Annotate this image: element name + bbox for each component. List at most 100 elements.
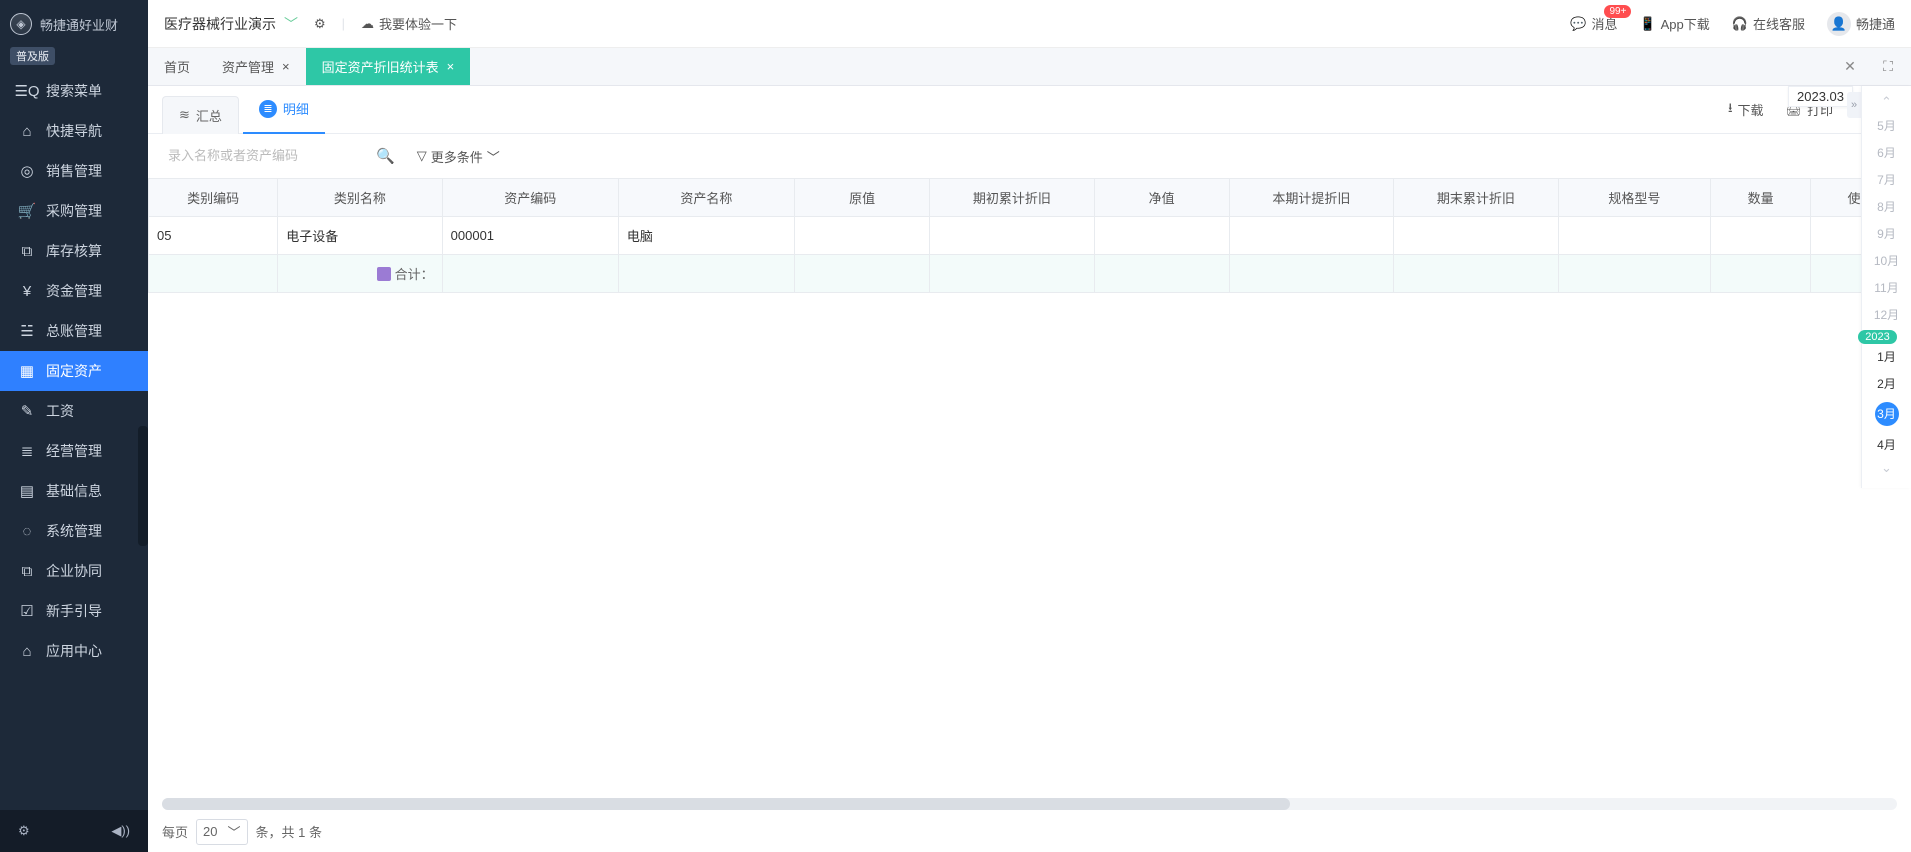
tab-2[interactable]: 固定资产折旧统计表× [306, 48, 471, 85]
table-cell [1094, 217, 1229, 255]
collapse-icon[interactable]: ◀)) [111, 823, 130, 839]
tab-0[interactable]: 首页 [148, 48, 206, 85]
period-collapse-handle[interactable]: » [1847, 92, 1861, 118]
sidebar-item-4[interactable]: ⧉库存核算 [0, 231, 148, 271]
close-all-tabs-button[interactable]: ✕ [1837, 54, 1863, 80]
column-header[interactable]: 类别名称 [278, 179, 442, 217]
chevron-down-icon: ﹀ [227, 822, 240, 841]
content: ≋ 汇总 ≣ 明细 ⭳下载 🖨打印 ⟳刷新 🔍 ▽ 更多条件 ﹀ [148, 86, 1911, 852]
table-wrap: 类别编码类别名称资产编码资产名称原值期初累计折旧净值本期计提折旧期末累计折旧规格… [148, 178, 1911, 810]
sum-cell [1229, 255, 1393, 293]
sidebar-item-label: 采购管理 [46, 201, 102, 221]
edition-badge: 普及版 [10, 47, 55, 65]
download-button[interactable]: ⭳下载 [1728, 99, 1764, 121]
gear-icon: ⚙ [314, 16, 326, 32]
sum-icon [377, 267, 391, 281]
period-current: 2023.03 [1788, 86, 1853, 107]
sidebar-item-3[interactable]: 🛒采购管理 [0, 191, 148, 231]
sidebar-item-13[interactable]: ☑新手引导 [0, 591, 148, 631]
period-panel: ⌃ 5月6月7月8月9月10月11月12月 2023 1月2月3月4月 ⌄ [1861, 86, 1911, 488]
messages-button[interactable]: 💬 消息 99+ [1570, 14, 1617, 33]
column-header[interactable]: 本期计提折旧 [1229, 179, 1393, 217]
sidebar-item-5[interactable]: ¥资金管理 [0, 271, 148, 311]
period-prev-button[interactable]: ⌃ [1877, 92, 1897, 112]
period-month[interactable]: 9月 [1874, 220, 1899, 247]
period-month[interactable]: 2月 [1875, 370, 1899, 397]
table-row[interactable]: 05电子设备000001电脑 [149, 217, 1911, 255]
app-label: App下载 [1661, 14, 1710, 33]
column-header[interactable]: 资产编码 [442, 179, 618, 217]
period-year-badge: 2023 [1858, 330, 1896, 344]
sidebar-item-0[interactable]: ☰Q搜索菜单 [0, 71, 148, 111]
sidebar-item-1[interactable]: ⌂快捷导航 [0, 111, 148, 151]
sidebar-item-label: 企业协同 [46, 561, 102, 581]
nav-icon: ▤ [18, 482, 36, 500]
table-cell [795, 217, 930, 255]
sidebar-item-11[interactable]: ◌系统管理 [0, 511, 148, 551]
brand: ◈ 畅捷通好业财 [0, 0, 148, 48]
subtab-summary[interactable]: ≋ 汇总 [162, 96, 239, 134]
sidebar-item-14[interactable]: ⌂应用中心 [0, 631, 148, 671]
sidebar-item-7[interactable]: ▦固定资产 [0, 351, 148, 391]
page-size-select[interactable]: 20 ﹀ [196, 819, 247, 845]
tab-close-button[interactable]: × [447, 59, 455, 74]
search-input[interactable] [162, 141, 362, 171]
period-next-button[interactable]: ⌄ [1877, 458, 1897, 478]
sum-cell [795, 255, 930, 293]
tab-close-button[interactable]: × [282, 59, 290, 74]
period-month[interactable]: 5月 [1874, 112, 1899, 139]
user-menu[interactable]: 👤 畅捷通 [1827, 12, 1895, 36]
sidebar-item-2[interactable]: ◎销售管理 [0, 151, 148, 191]
avatar-icon: 👤 [1827, 12, 1851, 36]
column-header[interactable]: 类别编码 [149, 179, 278, 217]
period-month[interactable]: 12月 [1874, 301, 1899, 328]
total-text: 条，共 1 条 [256, 822, 322, 841]
sidebar-item-9[interactable]: ≣经营管理 [0, 431, 148, 471]
tab-1[interactable]: 资产管理 × [206, 48, 306, 85]
horizontal-scrollbar[interactable] [162, 798, 1897, 810]
filter-icon: ▽ [417, 148, 427, 164]
column-header[interactable]: 期初累计折旧 [930, 179, 1094, 217]
try-button[interactable]: ☁ 我要体验一下 [361, 14, 457, 33]
table-cell [1394, 217, 1558, 255]
column-header[interactable]: 期末累计折旧 [1394, 179, 1558, 217]
settings-icon[interactable]: ⚙ [18, 823, 30, 839]
sum-cell: 合计： [278, 255, 442, 293]
subtab-detail[interactable]: ≣ 明细 [243, 86, 325, 134]
sidebar-item-8[interactable]: ✎工资 [0, 391, 148, 431]
support-button[interactable]: 🎧 在线客服 [1732, 14, 1805, 33]
search-button[interactable]: 🔍 [370, 147, 401, 165]
pagination-footer: 每页 20 ﹀ 条，共 1 条 [148, 810, 1911, 852]
sidebar-item-6[interactable]: ☱总账管理 [0, 311, 148, 351]
org-settings-button[interactable]: ⚙ [314, 16, 326, 32]
app-download-button[interactable]: 📱 App下载 [1639, 14, 1709, 33]
table-cell [1558, 217, 1711, 255]
period-month[interactable]: 3月 [1875, 397, 1899, 431]
column-header[interactable]: 资产名称 [618, 179, 794, 217]
sidebar-item-12[interactable]: ⧉企业协同 [0, 551, 148, 591]
period-month[interactable]: 8月 [1874, 193, 1899, 220]
cloud-icon: ☁ [361, 16, 374, 32]
chevron-down-icon: ﹀ [487, 147, 500, 166]
column-header[interactable]: 净值 [1094, 179, 1229, 217]
nav-icon: ⌂ [18, 123, 36, 140]
tab-label: 资产管理 [222, 57, 274, 76]
period-month[interactable]: 11月 [1874, 274, 1899, 301]
sidebar-scrollbar[interactable] [138, 426, 148, 546]
sidebar-item-label: 应用中心 [46, 641, 102, 661]
org-switcher[interactable]: 医疗器械行业演示 ﹀ [164, 14, 298, 34]
period-month[interactable]: 10月 [1874, 247, 1899, 274]
fullscreen-button[interactable]: ⛶ [1875, 54, 1901, 80]
support-label: 在线客服 [1753, 14, 1805, 33]
topbar: 医疗器械行业演示 ﹀ ⚙ | ☁ 我要体验一下 💬 消息 99+ 📱 App下载… [148, 0, 1911, 48]
column-header[interactable]: 原值 [795, 179, 930, 217]
period-month[interactable]: 1月 [1875, 343, 1899, 370]
period-month[interactable]: 4月 [1875, 431, 1899, 458]
column-header[interactable]: 数量 [1711, 179, 1811, 217]
period-month[interactable]: 7月 [1874, 166, 1899, 193]
sidebar-item-10[interactable]: ▤基础信息 [0, 471, 148, 511]
more-conditions-button[interactable]: ▽ 更多条件 ﹀ [409, 147, 508, 166]
nav-icon: ¥ [18, 283, 36, 300]
period-month[interactable]: 6月 [1874, 139, 1899, 166]
column-header[interactable]: 规格型号 [1558, 179, 1711, 217]
